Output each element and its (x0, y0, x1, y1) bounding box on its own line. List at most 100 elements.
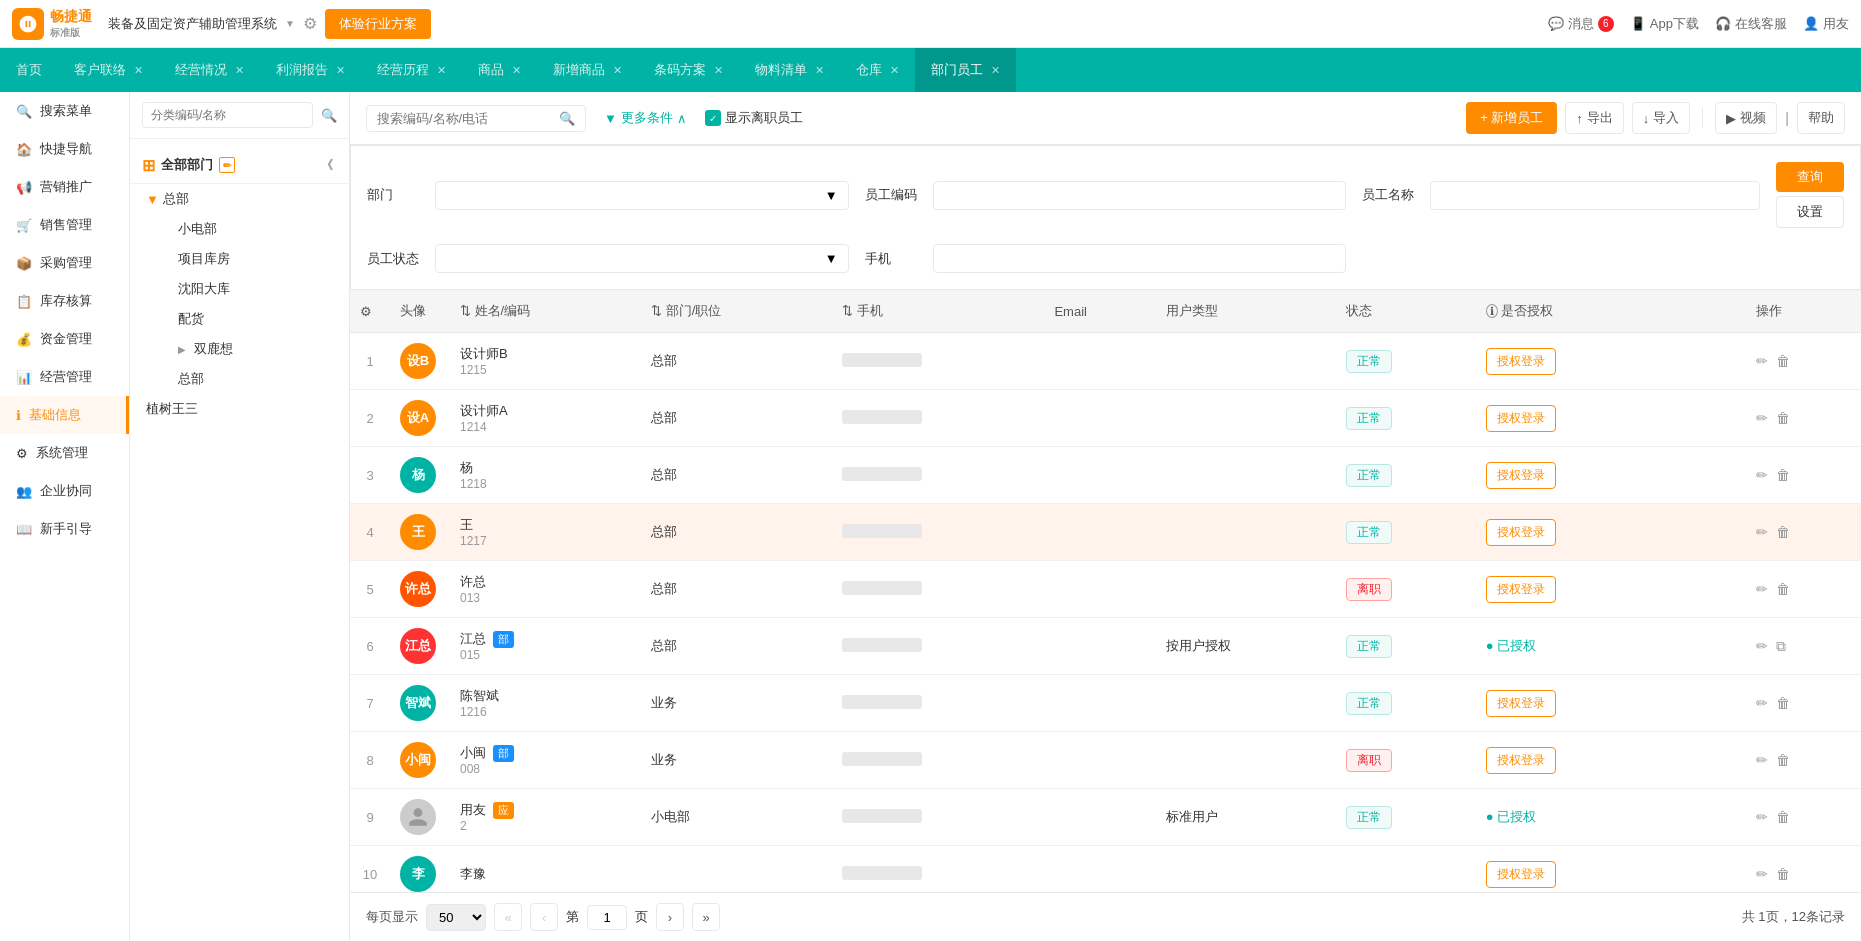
dept-item-xiaodian[interactable]: 小电部 (150, 214, 349, 244)
sidebar-item-inventory[interactable]: 📋 库存核算 (0, 282, 129, 320)
tab-home[interactable]: 首页 (0, 48, 58, 92)
tab-employee[interactable]: 部门员工✕ (915, 48, 1016, 92)
dept-item-shuanglu[interactable]: ▶ 双鹿想 (150, 334, 349, 364)
edit-icon[interactable]: ✏ (1756, 638, 1768, 654)
show-resigned-toggle[interactable]: ✓ 显示离职员工 (705, 109, 803, 127)
sidebar-item-purchase[interactable]: 📦 采购管理 (0, 244, 129, 282)
first-page-btn[interactable]: « (494, 903, 522, 931)
auth-btn[interactable]: 授权登录 (1486, 690, 1556, 717)
close-icon[interactable]: ✕ (235, 64, 244, 77)
dept-item-peihuo[interactable]: 配货 (150, 304, 349, 334)
auth-btn[interactable]: 授权登录 (1486, 462, 1556, 489)
tab-bom[interactable]: 物料清单✕ (739, 48, 840, 92)
page-number-input[interactable] (587, 905, 627, 930)
page-size-select[interactable]: 50 100 200 (426, 904, 486, 931)
sidebar-item-system[interactable]: ⚙ 系统管理 (0, 434, 129, 472)
settings-icon[interactable]: ⚙ (360, 304, 372, 319)
filter-status-select[interactable]: ▼ (435, 244, 849, 273)
tab-new-goods[interactable]: 新增商品✕ (537, 48, 638, 92)
edit-icon[interactable]: ✏ (1756, 353, 1768, 369)
close-icon[interactable]: ✕ (991, 64, 1000, 77)
export-btn[interactable]: ↑ 导出 (1565, 102, 1624, 134)
edit-icon[interactable]: ✏ (1756, 524, 1768, 540)
auth-btn[interactable]: 授权登录 (1486, 576, 1556, 603)
tab-history[interactable]: 经营历程✕ (361, 48, 462, 92)
close-icon[interactable]: ✕ (613, 64, 622, 77)
tab-barcode[interactable]: 条码方案✕ (638, 48, 739, 92)
sidebar-item-guide[interactable]: 📖 新手引导 (0, 510, 129, 548)
sidebar-item-basic[interactable]: ℹ 基础信息 (0, 396, 129, 434)
add-employee-btn[interactable]: + 新增员工 (1466, 102, 1557, 134)
close-icon[interactable]: ✕ (512, 64, 521, 77)
delete-icon[interactable]: 🗑 (1776, 752, 1790, 768)
auth-btn[interactable]: 授权登录 (1486, 747, 1556, 774)
dept-item-xmku[interactable]: 项目库房 (150, 244, 349, 274)
delete-icon[interactable]: 🗑 (1776, 467, 1790, 483)
edit-icon[interactable]: ✏ (1756, 809, 1768, 825)
auth-btn[interactable]: 授权登录 (1486, 861, 1556, 888)
dept-search-input[interactable] (142, 102, 313, 128)
dept-item-zongbu[interactable]: ▼ 总部 (130, 184, 349, 214)
filter-empname-input[interactable] (1430, 181, 1760, 210)
dept-item-zhushu[interactable]: 植树王三 (130, 394, 349, 424)
filter-dept-select[interactable]: ▼ (435, 181, 849, 210)
close-icon[interactable]: ✕ (815, 64, 824, 77)
edit-icon[interactable]: ✏ (1756, 866, 1768, 882)
auth-btn[interactable]: 授权登录 (1486, 405, 1556, 432)
close-icon[interactable]: ✕ (437, 64, 446, 77)
col-settings[interactable]: ⚙ (350, 290, 390, 333)
system-name-dropdown[interactable]: ▼ (285, 18, 295, 29)
search-input[interactable] (377, 111, 553, 126)
sidebar-item-marketing[interactable]: 📢 营销推广 (0, 168, 129, 206)
import-btn[interactable]: ↓ 导入 (1632, 102, 1691, 134)
edit-icon[interactable]: ✏ (1756, 695, 1768, 711)
col-phone[interactable]: ⇅ 手机 (832, 290, 1044, 333)
more-conditions-btn[interactable]: ▼ 更多条件 ∧ (594, 104, 697, 132)
collapse-icon[interactable]: 《 (317, 155, 337, 175)
sidebar-item-nav[interactable]: 🏠 快捷导航 (0, 130, 129, 168)
sidebar-item-search[interactable]: 🔍 搜索菜单 (0, 92, 129, 130)
tab-customer[interactable]: 客户联络✕ (58, 48, 159, 92)
dept-item-shenyang[interactable]: 沈阳大库 (150, 274, 349, 304)
tab-goods[interactable]: 商品✕ (462, 48, 537, 92)
online-service-btn[interactable]: 🎧 在线客服 (1715, 15, 1787, 33)
auth-btn[interactable]: 授权登录 (1486, 519, 1556, 546)
col-name[interactable]: ⇅ 姓名/编码 (450, 290, 641, 333)
message-btn[interactable]: 💬 消息 6 (1548, 15, 1614, 33)
edit-dept-icon[interactable]: ✏ (219, 157, 235, 173)
dept-search-icon[interactable]: 🔍 (321, 108, 337, 123)
sidebar-item-sales[interactable]: 🛒 销售管理 (0, 206, 129, 244)
delete-icon[interactable]: 🗑 (1776, 809, 1790, 825)
delete-icon[interactable]: 🗑 (1776, 410, 1790, 426)
delete-icon[interactable]: 🗑 (1776, 353, 1790, 369)
edit-icon[interactable]: ✏ (1756, 752, 1768, 768)
last-page-btn[interactable]: » (692, 903, 720, 931)
help-btn[interactable]: 帮助 (1797, 102, 1845, 134)
filter-phone-input[interactable] (933, 244, 1347, 273)
user-btn[interactable]: 👤 用友 (1803, 15, 1849, 33)
tab-warehouse[interactable]: 仓库✕ (840, 48, 915, 92)
col-dept[interactable]: ⇅ 部门/职位 (641, 290, 832, 333)
query-btn[interactable]: 查询 (1776, 162, 1844, 192)
reset-btn[interactable]: 设置 (1776, 196, 1844, 228)
copy-icon[interactable]: ⧉ (1776, 638, 1786, 655)
delete-icon[interactable]: 🗑 (1776, 695, 1790, 711)
close-icon[interactable]: ✕ (134, 64, 143, 77)
filter-empcode-input[interactable] (933, 181, 1347, 210)
dept-item-zongbu2[interactable]: 总部 (150, 364, 349, 394)
tab-operation[interactable]: 经营情况✕ (159, 48, 260, 92)
tab-profit[interactable]: 利润报告✕ (260, 48, 361, 92)
close-icon[interactable]: ✕ (890, 64, 899, 77)
dept-all[interactable]: ⊞ 全部部门 ✏ 《 (130, 147, 349, 184)
delete-icon[interactable]: 🗑 (1776, 524, 1790, 540)
prev-page-btn[interactable]: ‹ (530, 903, 558, 931)
delete-icon[interactable]: 🗑 (1776, 581, 1790, 597)
app-download-btn[interactable]: 📱 App下载 (1630, 15, 1699, 33)
trial-button[interactable]: 体验行业方案 (325, 9, 431, 39)
edit-icon[interactable]: ✏ (1756, 410, 1768, 426)
delete-icon[interactable]: 🗑 (1776, 866, 1790, 882)
edit-icon[interactable]: ✏ (1756, 467, 1768, 483)
sidebar-item-collab[interactable]: 👥 企业协同 (0, 472, 129, 510)
edit-icon[interactable]: ✏ (1756, 581, 1768, 597)
video-btn[interactable]: ▶ 视频 (1715, 102, 1777, 134)
